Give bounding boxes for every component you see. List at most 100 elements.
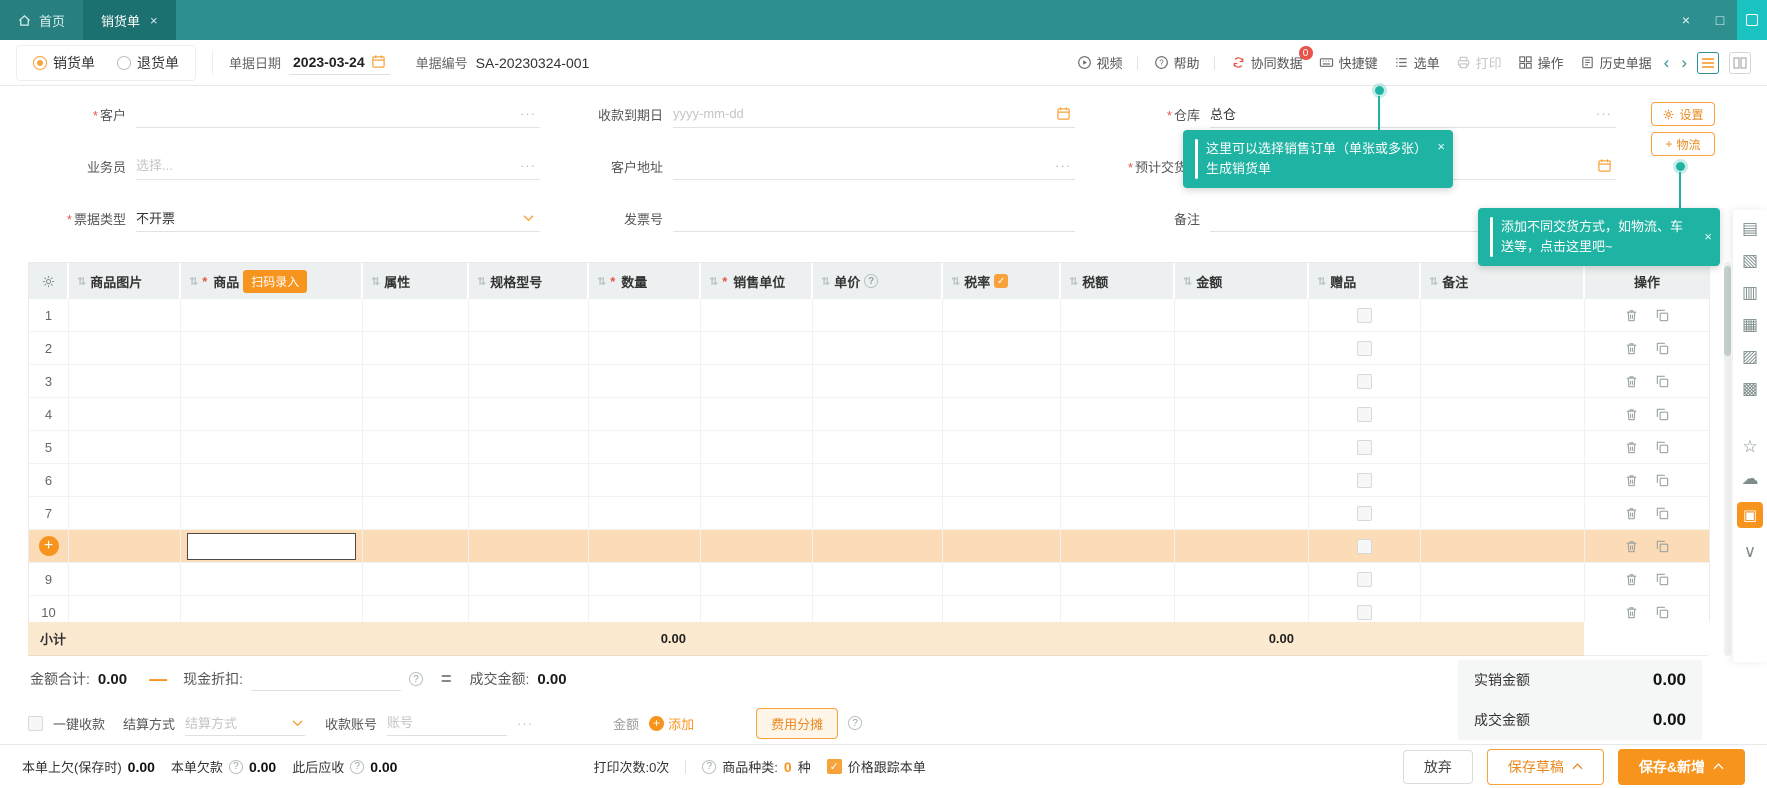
cell-product[interactable] xyxy=(181,398,363,431)
col-amount[interactable]: ⇅ 金额 xyxy=(1175,272,1307,291)
cell-unit[interactable] xyxy=(701,497,813,530)
delete-row-icon[interactable] xyxy=(1624,605,1639,620)
cell-attr[interactable] xyxy=(363,398,469,431)
copy-row-icon[interactable] xyxy=(1655,341,1670,356)
sort-icon[interactable]: ⇅ xyxy=(821,275,830,288)
abandon-button[interactable]: 放弃 xyxy=(1402,749,1473,784)
cell-price[interactable] xyxy=(813,365,943,398)
cell-remark[interactable] xyxy=(1421,299,1585,332)
col-unit[interactable]: ⇅ * 销售单位 xyxy=(701,272,811,291)
table-row[interactable]: 4 xyxy=(29,398,1709,431)
cell-attr[interactable] xyxy=(363,563,469,596)
col-remark[interactable]: ⇅ 备注 xyxy=(1421,272,1583,291)
radio-sales-doc[interactable]: 销货单 xyxy=(33,53,95,73)
cell-tax[interactable] xyxy=(1061,563,1175,596)
discount-help-icon[interactable]: ? xyxy=(408,672,423,686)
delete-row-icon[interactable] xyxy=(1624,506,1639,521)
cell-image[interactable] xyxy=(69,299,181,332)
kinds-help-icon[interactable]: ? xyxy=(702,759,717,774)
cell-attr[interactable] xyxy=(363,365,469,398)
cell-remark[interactable] xyxy=(1421,596,1585,622)
cell-tax-rate[interactable] xyxy=(943,332,1061,365)
cell-spec[interactable] xyxy=(469,530,589,563)
cell-spec[interactable] xyxy=(469,431,589,464)
copy-row-icon[interactable] xyxy=(1655,374,1670,389)
cell-remark[interactable] xyxy=(1421,530,1585,563)
table-row[interactable]: 6 xyxy=(29,464,1709,497)
cell-tax-rate[interactable] xyxy=(943,497,1061,530)
invoice-type-select[interactable]: 不开票 xyxy=(136,205,540,232)
cell-qty[interactable] xyxy=(589,497,701,530)
cell-unit[interactable] xyxy=(701,530,813,563)
cell-tax-rate[interactable] xyxy=(943,464,1061,497)
table-row[interactable]: 2 xyxy=(29,332,1709,365)
cell-image[interactable] xyxy=(69,563,181,596)
close-tooltip-icon[interactable]: × xyxy=(1437,137,1445,157)
cell-price[interactable] xyxy=(813,497,943,530)
customer-input[interactable] xyxy=(136,106,514,121)
table-row[interactable]: 9 xyxy=(29,563,1709,596)
copy-row-icon[interactable] xyxy=(1655,506,1670,521)
cell-amount[interactable] xyxy=(1175,464,1309,497)
cell-attr[interactable] xyxy=(363,596,469,622)
cell-image[interactable] xyxy=(69,431,181,464)
vertical-scrollbar[interactable] xyxy=(1724,262,1731,656)
save-and-new-button[interactable]: 保存&新增 xyxy=(1617,748,1745,785)
scrollbar-thumb[interactable] xyxy=(1724,266,1731,356)
scroll-right-icon[interactable]: › xyxy=(1681,54,1687,71)
gift-checkbox[interactable] xyxy=(1357,473,1372,489)
cell-qty[interactable] xyxy=(589,431,701,464)
delete-row-icon[interactable] xyxy=(1624,572,1639,587)
cell-tax[interactable] xyxy=(1061,431,1175,464)
salesman-input[interactable] xyxy=(136,158,514,173)
scroll-left-icon[interactable]: ‹ xyxy=(1664,54,1670,71)
cell-remark[interactable] xyxy=(1421,398,1585,431)
batch-serial-icon[interactable]: ▩ xyxy=(1742,380,1758,397)
cell-amount[interactable] xyxy=(1175,365,1309,398)
cell-tax-rate[interactable] xyxy=(943,299,1061,332)
cell-product[interactable] xyxy=(181,563,363,596)
view-list-toggle[interactable] xyxy=(1697,51,1719,74)
delete-row-icon[interactable] xyxy=(1624,374,1639,389)
copy-row-icon[interactable] xyxy=(1655,473,1670,488)
sort-icon[interactable]: ⇅ xyxy=(951,275,960,288)
cell-amount[interactable] xyxy=(1175,530,1309,563)
salesman-picker-icon[interactable]: ··· xyxy=(520,158,536,173)
history-record-icon[interactable]: ▦ xyxy=(1742,316,1758,333)
logistics-button[interactable]: + 物流 xyxy=(1651,132,1715,156)
cell-unit[interactable] xyxy=(701,299,813,332)
cell-remark[interactable] xyxy=(1421,497,1585,530)
close-tooltip-icon[interactable]: × xyxy=(1704,227,1712,247)
theme-corner-button[interactable] xyxy=(1737,0,1767,40)
sort-icon[interactable]: ⇅ xyxy=(371,275,380,288)
warehouse-picker-icon[interactable]: ··· xyxy=(1596,106,1612,121)
cell-qty[interactable] xyxy=(589,398,701,431)
gift-checkbox[interactable] xyxy=(1357,440,1372,456)
help-button[interactable]: ? 帮助 xyxy=(1154,53,1200,72)
sort-icon[interactable]: ⇅ xyxy=(189,275,198,288)
col-qty[interactable]: ⇅ * 数量 xyxy=(589,272,699,291)
cell-price[interactable] xyxy=(813,563,943,596)
cell-spec[interactable] xyxy=(469,596,589,622)
sort-icon[interactable]: ⇅ xyxy=(1317,275,1326,288)
chevron-down-icon[interactable] xyxy=(523,214,534,222)
cell-price[interactable] xyxy=(813,464,943,497)
address-input[interactable] xyxy=(673,158,1049,173)
table-row[interactable]: 10 xyxy=(29,596,1709,622)
cell-price[interactable] xyxy=(813,299,943,332)
oneclick-receive-checkbox[interactable] xyxy=(28,715,43,731)
history-docs-button[interactable]: 历史单据 xyxy=(1580,53,1652,72)
sort-icon[interactable]: ⇅ xyxy=(477,275,486,288)
cell-remark[interactable] xyxy=(1421,431,1585,464)
tab-home[interactable]: 首页 xyxy=(0,0,84,40)
price-track-checkbox[interactable]: ✓ xyxy=(826,759,842,774)
cell-tax[interactable] xyxy=(1061,299,1175,332)
cell-price[interactable] xyxy=(813,530,943,563)
calendar-icon[interactable] xyxy=(1597,158,1612,173)
doc-date-input[interactable]: 2023-03-24 xyxy=(289,51,390,75)
cell-tax[interactable] xyxy=(1061,398,1175,431)
fee-share-button[interactable]: 费用分摊 xyxy=(756,707,839,739)
cell-product[interactable] xyxy=(181,332,363,365)
gift-checkbox[interactable] xyxy=(1357,539,1372,555)
table-row[interactable]: 3 xyxy=(29,365,1709,398)
